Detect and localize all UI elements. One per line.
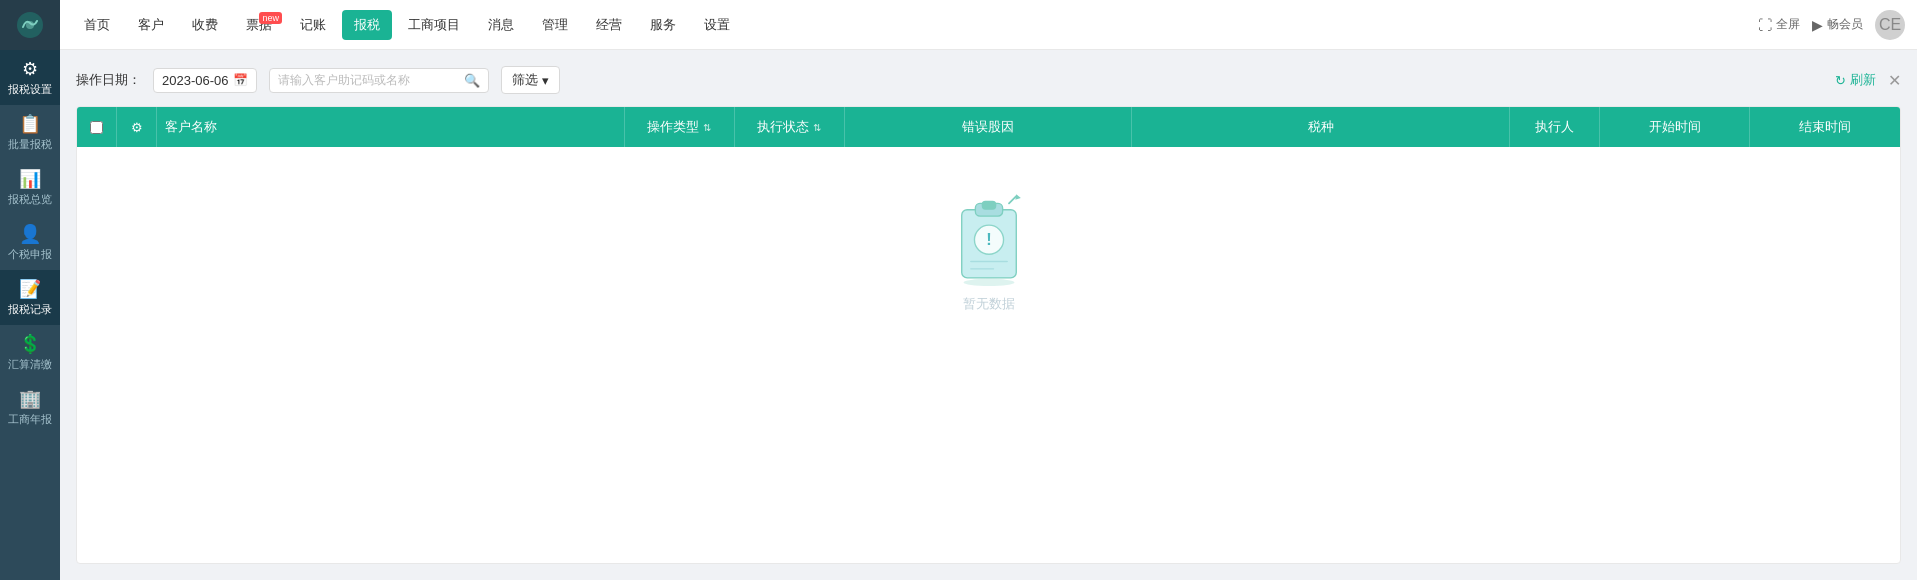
th-checkbox[interactable] bbox=[77, 107, 117, 147]
annual-report-icon: 🏢 bbox=[19, 388, 41, 410]
refresh-icon: ↻ bbox=[1835, 73, 1846, 88]
nav-tax[interactable]: 报税 bbox=[342, 10, 392, 40]
empty-illustration: ! bbox=[939, 187, 1039, 287]
sidebar-logo bbox=[0, 0, 60, 50]
th-execstatus: 执行状态 ⇅ bbox=[735, 107, 845, 147]
sidebar-item-remittance[interactable]: 💲 汇算清缴 bbox=[0, 325, 60, 380]
chevron-down-icon: ▾ bbox=[542, 73, 549, 88]
nav-management[interactable]: 管理 bbox=[530, 10, 580, 40]
sidebar-item-annual-report[interactable]: 🏢 工商年报 bbox=[0, 380, 60, 435]
nav-invoices[interactable]: 票据 new bbox=[234, 10, 284, 40]
table-header: ⚙ 客户名称 操作类型 ⇅ 执行状态 ⇅ 错误股因 税种 bbox=[77, 107, 1900, 147]
date-input[interactable]: 2023-06-06 📅 bbox=[153, 68, 257, 93]
th-executor: 执行人 bbox=[1510, 107, 1600, 147]
search-input[interactable] bbox=[278, 73, 460, 87]
svg-text:!: ! bbox=[986, 230, 991, 248]
nav-settings[interactable]: 设置 bbox=[692, 10, 742, 40]
sidebar-item-tax-overview[interactable]: 📊 报税总览 bbox=[0, 160, 60, 215]
svg-marker-8 bbox=[1015, 194, 1020, 199]
sidebar: ⚙ 报税设置 📋 批量报税 📊 报税总览 👤 个税申报 📝 报税记录 💲 汇算清… bbox=[0, 0, 60, 580]
th-customer: 客户名称 bbox=[157, 107, 625, 147]
sidebar-item-batch-tax[interactable]: 📋 批量报税 bbox=[0, 105, 60, 160]
svg-point-1 bbox=[26, 21, 34, 29]
th-settings[interactable]: ⚙ bbox=[117, 107, 157, 147]
search-input-wrap: 🔍 bbox=[269, 68, 489, 93]
table-container: ⚙ 客户名称 操作类型 ⇅ 执行状态 ⇅ 错误股因 税种 bbox=[76, 106, 1901, 564]
svg-rect-4 bbox=[981, 201, 996, 210]
th-errorreason: 错误股因 bbox=[845, 107, 1133, 147]
svg-point-11 bbox=[963, 279, 1014, 286]
empty-state: ! 暂无数据 bbox=[939, 147, 1039, 353]
sidebar-item-individual-tax[interactable]: 👤 个税申报 bbox=[0, 215, 60, 270]
invoice-badge: new bbox=[259, 12, 282, 25]
close-button[interactable]: ✕ bbox=[1888, 71, 1901, 90]
member-icon: ▶ bbox=[1812, 17, 1823, 33]
individual-tax-icon: 👤 bbox=[19, 223, 41, 245]
search-icon[interactable]: 🔍 bbox=[464, 73, 480, 88]
date-label: 操作日期： bbox=[76, 71, 141, 89]
nav-billing[interactable]: 收费 bbox=[180, 10, 230, 40]
nav-services[interactable]: 服务 bbox=[638, 10, 688, 40]
nav-business[interactable]: 工商项目 bbox=[396, 10, 472, 40]
topnav-right: ⛶ 全屏 ▶ 畅会员 CE bbox=[1758, 10, 1905, 40]
filter-button[interactable]: 筛选 ▾ bbox=[501, 66, 560, 94]
filter-label: 筛选 bbox=[512, 71, 538, 89]
content-area: 操作日期： 2023-06-06 📅 🔍 筛选 ▾ ↻ 刷新 ✕ bbox=[60, 50, 1917, 580]
date-value: 2023-06-06 bbox=[162, 73, 229, 88]
toolbar: 操作日期： 2023-06-06 📅 🔍 筛选 ▾ ↻ 刷新 ✕ bbox=[76, 66, 1901, 94]
settings-icon: ⚙ bbox=[131, 120, 143, 135]
calendar-icon: 📅 bbox=[233, 73, 248, 87]
sidebar-item-tax-settings[interactable]: ⚙ 报税设置 bbox=[0, 50, 60, 105]
select-all-checkbox[interactable] bbox=[90, 121, 103, 134]
nav-home[interactable]: 首页 bbox=[72, 10, 122, 40]
execstatus-sort-icon[interactable]: ⇅ bbox=[813, 122, 821, 133]
tax-records-icon: 📝 bbox=[19, 278, 41, 300]
fullscreen-button[interactable]: ⛶ 全屏 bbox=[1758, 16, 1800, 33]
refresh-label: 刷新 bbox=[1850, 71, 1876, 89]
nav-customers[interactable]: 客户 bbox=[126, 10, 176, 40]
top-nav: 首页 客户 收费 票据 new 记账 报税 工商项目 消息 管理 经营 服务 设… bbox=[60, 0, 1917, 50]
svg-line-7 bbox=[1009, 196, 1016, 203]
th-optype: 操作类型 ⇅ bbox=[625, 107, 735, 147]
empty-text: 暂无数据 bbox=[963, 295, 1015, 313]
th-taxtype: 税种 bbox=[1132, 107, 1510, 147]
tax-settings-icon: ⚙ bbox=[22, 58, 38, 80]
batch-tax-icon: 📋 bbox=[19, 113, 41, 135]
nav-operations[interactable]: 经营 bbox=[584, 10, 634, 40]
sidebar-item-tax-records[interactable]: 📝 报税记录 bbox=[0, 270, 60, 325]
optype-sort-icon[interactable]: ⇅ bbox=[703, 122, 711, 133]
member-button[interactable]: ▶ 畅会员 bbox=[1812, 16, 1863, 33]
nav-accounting[interactable]: 记账 bbox=[288, 10, 338, 40]
main-container: 首页 客户 收费 票据 new 记账 报税 工商项目 消息 管理 经营 服务 设… bbox=[60, 0, 1917, 580]
th-starttime: 开始时间 bbox=[1600, 107, 1750, 147]
nav-items: 首页 客户 收费 票据 new 记账 报税 工商项目 消息 管理 经营 服务 设… bbox=[72, 10, 1758, 40]
table-body: ! 暂无数据 bbox=[77, 147, 1900, 563]
nav-messages[interactable]: 消息 bbox=[476, 10, 526, 40]
avatar[interactable]: CE bbox=[1875, 10, 1905, 40]
tax-overview-icon: 📊 bbox=[19, 168, 41, 190]
th-endtime: 结束时间 bbox=[1750, 107, 1900, 147]
remittance-icon: 💲 bbox=[19, 333, 41, 355]
fullscreen-icon: ⛶ bbox=[1758, 17, 1772, 33]
refresh-button[interactable]: ↻ 刷新 bbox=[1835, 71, 1876, 89]
